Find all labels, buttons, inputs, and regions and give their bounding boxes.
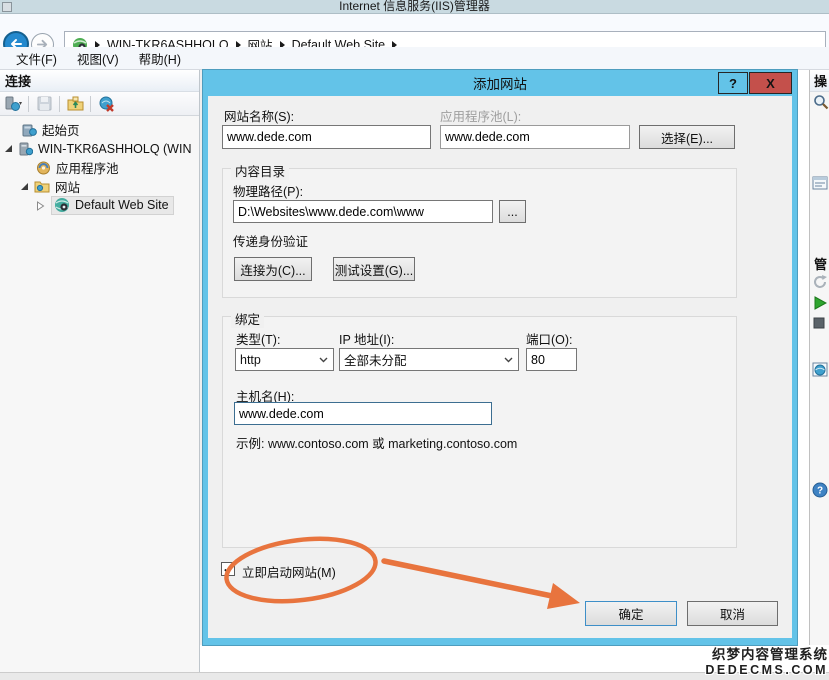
window-titlebar: Internet 信息服务(IIS)管理器: [0, 0, 829, 14]
expander-collapsed-icon: [36, 201, 45, 211]
create-connection-button[interactable]: [3, 94, 23, 114]
toolbar-separator: [90, 96, 91, 112]
expander-expanded-icon: [4, 144, 13, 153]
port-label: 端口(O):: [526, 329, 573, 348]
dialog-close-button[interactable]: X: [749, 72, 792, 94]
dialog-title: 添加网站: [203, 70, 797, 96]
save-connections-button[interactable]: [34, 94, 54, 114]
start-icon[interactable]: [814, 296, 827, 315]
binding-group-label: 绑定: [231, 309, 264, 328]
select-app-pool-button[interactable]: 选择(E)...: [639, 125, 735, 149]
tree-item-default-web-site[interactable]: Default Web Site: [36, 196, 174, 215]
tree-item-label: 应用程序池: [56, 158, 119, 177]
menu-view[interactable]: 视图(V): [67, 46, 129, 71]
tree-item-start-page[interactable]: 起始页: [22, 120, 80, 139]
tree-item-label: 起始页: [42, 120, 80, 139]
connections-toolbar: [0, 92, 199, 116]
restart-icon[interactable]: [812, 274, 828, 295]
menu-help[interactable]: 帮助(H): [129, 46, 191, 71]
binding-group: 绑定 类型(T): http IP 地址(I): 全部未分配 端口(O):: [222, 316, 737, 548]
iis-manager-window: Internet 信息服务(IIS)管理器 WIN-TKR6ASHHOLQ 网站: [0, 0, 829, 680]
dialog-body: 网站名称(S): 应用程序池(L): 选择(E)... 内容目录 物理路径(P)…: [208, 96, 792, 638]
site-name-input[interactable]: [222, 125, 431, 149]
actions-panel: 操 管: [810, 70, 829, 672]
type-label: 类型(T):: [236, 329, 280, 348]
start-website-label: 立即启动网站(M): [242, 562, 336, 581]
help-icon[interactable]: ?: [812, 482, 828, 503]
content-directory-group: 内容目录 物理路径(P): ... 传递身份验证 连接为(C)... 测试设置(…: [222, 168, 737, 298]
site-globe-icon: [54, 197, 70, 213]
edit-site-properties-icon[interactable]: [812, 176, 828, 195]
server-connect-icon: [4, 96, 22, 112]
svg-text:?: ?: [817, 486, 823, 497]
server-icon: [18, 142, 33, 156]
app-pool-input[interactable]: [440, 125, 630, 149]
window-title: Internet 信息服务(IIS)管理器: [339, 0, 490, 13]
folder-up-icon: [67, 96, 84, 111]
connections-header: 连接: [0, 70, 199, 92]
cancel-button[interactable]: 取消: [687, 601, 778, 626]
browse-website-icon[interactable]: [812, 362, 828, 382]
tree-item-label: Default Web Site: [75, 198, 169, 212]
chevron-down-icon: [319, 357, 328, 363]
menu-file[interactable]: 文件(F): [6, 46, 67, 71]
physical-path-label: 物理路径(P):: [233, 181, 303, 200]
stop-icon[interactable]: [813, 316, 825, 334]
chevron-down-icon: [504, 357, 513, 363]
add-website-dialog: 添加网站 ? X 网站名称(S): 应用程序池(L): 选择(E)... 内容目…: [203, 70, 797, 645]
port-input[interactable]: [526, 348, 577, 371]
app-pools-icon: [36, 161, 51, 175]
start-page-icon: [22, 123, 37, 137]
toolbar-separator: [28, 96, 29, 112]
up-folder-button[interactable]: [65, 94, 85, 114]
browse-path-button[interactable]: ...: [499, 200, 526, 223]
tree-item-label: 网站: [55, 177, 80, 196]
type-value: http: [240, 353, 261, 367]
address-bar: WIN-TKR6ASHHOLQ 网站 Default Web Site: [0, 14, 829, 47]
delete-connection-button[interactable]: [96, 94, 116, 114]
tree-item-selection: Default Web Site: [51, 196, 174, 215]
sites-folder-icon: [34, 180, 50, 193]
app-pool-label: 应用程序池(L):: [440, 106, 521, 125]
dialog-help-button[interactable]: ?: [718, 72, 748, 94]
connect-as-button[interactable]: 连接为(C)...: [234, 257, 312, 281]
save-floppy-icon: [37, 96, 52, 111]
app-window-icon: [2, 2, 12, 12]
expander-expanded-icon: [20, 182, 29, 191]
test-settings-button[interactable]: 测试设置(G)...: [333, 257, 415, 281]
explore-search-icon[interactable]: [813, 94, 829, 115]
toolbar-separator: [59, 96, 60, 112]
content-scroll-strip: [797, 70, 810, 672]
host-example-text: 示例: www.contoso.com 或 marketing.contoso.…: [236, 433, 517, 452]
tree-item-sites[interactable]: 网站: [20, 177, 80, 196]
ok-button[interactable]: 确定: [585, 601, 677, 626]
type-dropdown[interactable]: http: [235, 348, 334, 371]
manage-website-header: 管: [814, 254, 827, 273]
actions-header: 操: [810, 70, 829, 92]
ip-address-value: 全部未分配: [344, 350, 407, 369]
content-directory-group-label: 内容目录: [231, 161, 289, 180]
passthrough-auth-label: 传递身份验证: [233, 231, 308, 250]
delete-connection-icon: [98, 96, 115, 112]
menu-bar: 文件(F) 视图(V) 帮助(H): [0, 47, 829, 70]
host-name-input[interactable]: [234, 402, 492, 425]
watermark-line2: DEDECMS.COM: [705, 663, 828, 677]
site-name-label: 网站名称(S):: [224, 106, 294, 125]
ip-address-dropdown[interactable]: 全部未分配: [339, 348, 519, 371]
tree-item-app-pools[interactable]: 应用程序池: [36, 158, 119, 177]
ip-address-label: IP 地址(I):: [339, 329, 394, 348]
physical-path-input[interactable]: [233, 200, 493, 223]
tree-item-server[interactable]: WIN-TKR6ASHHOLQ (WIN: [4, 139, 191, 158]
connections-panel: 连接: [0, 70, 200, 672]
watermark-line1: 织梦内容管理系统: [705, 643, 828, 663]
start-website-checkbox[interactable]: [221, 562, 235, 576]
tree-item-label: WIN-TKR6ASHHOLQ (WIN: [38, 142, 191, 156]
watermark: 织梦内容管理系统 DEDECMS.COM: [705, 643, 828, 677]
checkmark-icon: [223, 564, 234, 575]
